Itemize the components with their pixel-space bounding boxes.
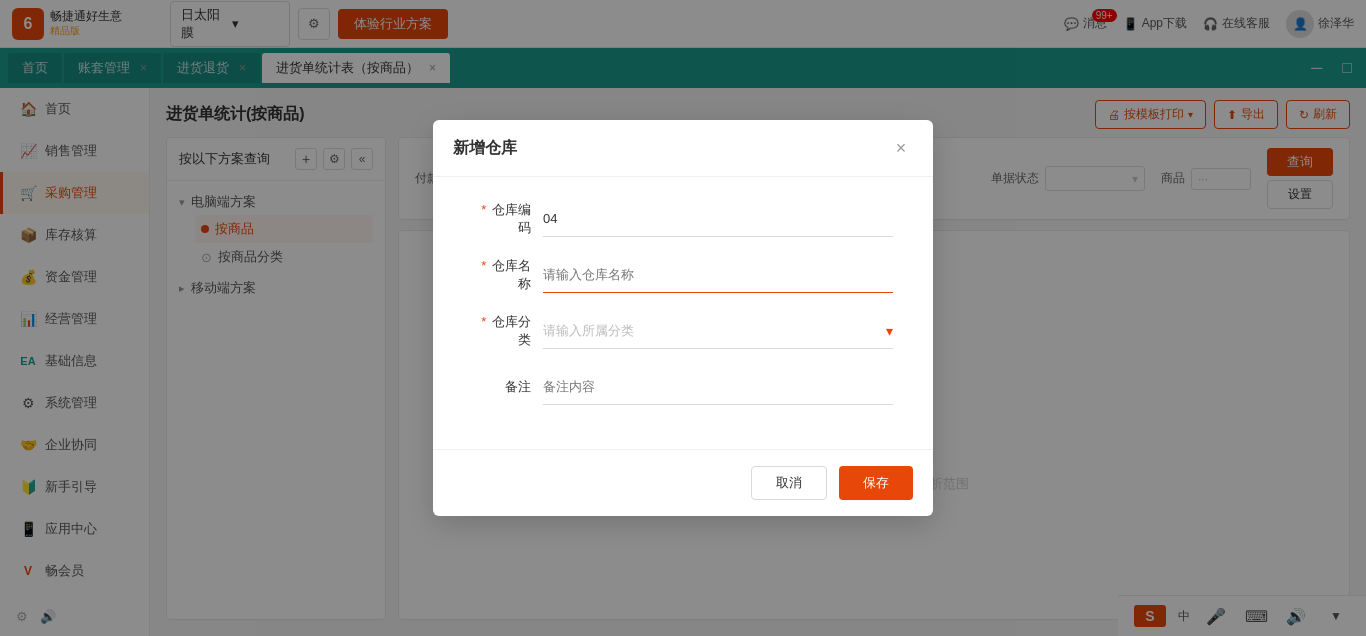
- cancel-button[interactable]: 取消: [751, 466, 827, 500]
- dialog-footer: 取消 保存: [433, 449, 933, 516]
- category-dropdown-icon: ▾: [886, 323, 893, 339]
- dialog-header: 新增仓库 ×: [433, 120, 933, 177]
- form-item-remark: 备注: [473, 369, 893, 405]
- required-mark-name: *: [481, 258, 486, 273]
- category-label: * 仓库分类: [473, 313, 543, 349]
- form-item-name: * 仓库名称: [473, 257, 893, 293]
- category-select[interactable]: 请输入所属分类 ▾: [543, 313, 893, 349]
- remark-label: 备注: [473, 378, 543, 396]
- code-input[interactable]: [543, 201, 893, 237]
- category-placeholder: 请输入所属分类: [543, 322, 634, 340]
- required-mark-category: *: [481, 314, 486, 329]
- dialog-overlay: 新增仓库 × * 仓库编码 * 仓库名称: [0, 0, 1366, 636]
- save-button[interactable]: 保存: [839, 466, 913, 500]
- dialog-close-button[interactable]: ×: [889, 136, 913, 160]
- required-mark-code: *: [481, 202, 486, 217]
- form-item-code: * 仓库编码: [473, 201, 893, 237]
- dialog-title: 新增仓库: [453, 138, 517, 159]
- dialog-body: * 仓库编码 * 仓库名称 * 仓库分类 请输入: [433, 177, 933, 449]
- name-input[interactable]: [543, 257, 893, 293]
- code-label: * 仓库编码: [473, 201, 543, 237]
- add-warehouse-dialog: 新增仓库 × * 仓库编码 * 仓库名称: [433, 120, 933, 516]
- name-label: * 仓库名称: [473, 257, 543, 293]
- remark-input[interactable]: [543, 369, 893, 405]
- form-item-category: * 仓库分类 请输入所属分类 ▾: [473, 313, 893, 349]
